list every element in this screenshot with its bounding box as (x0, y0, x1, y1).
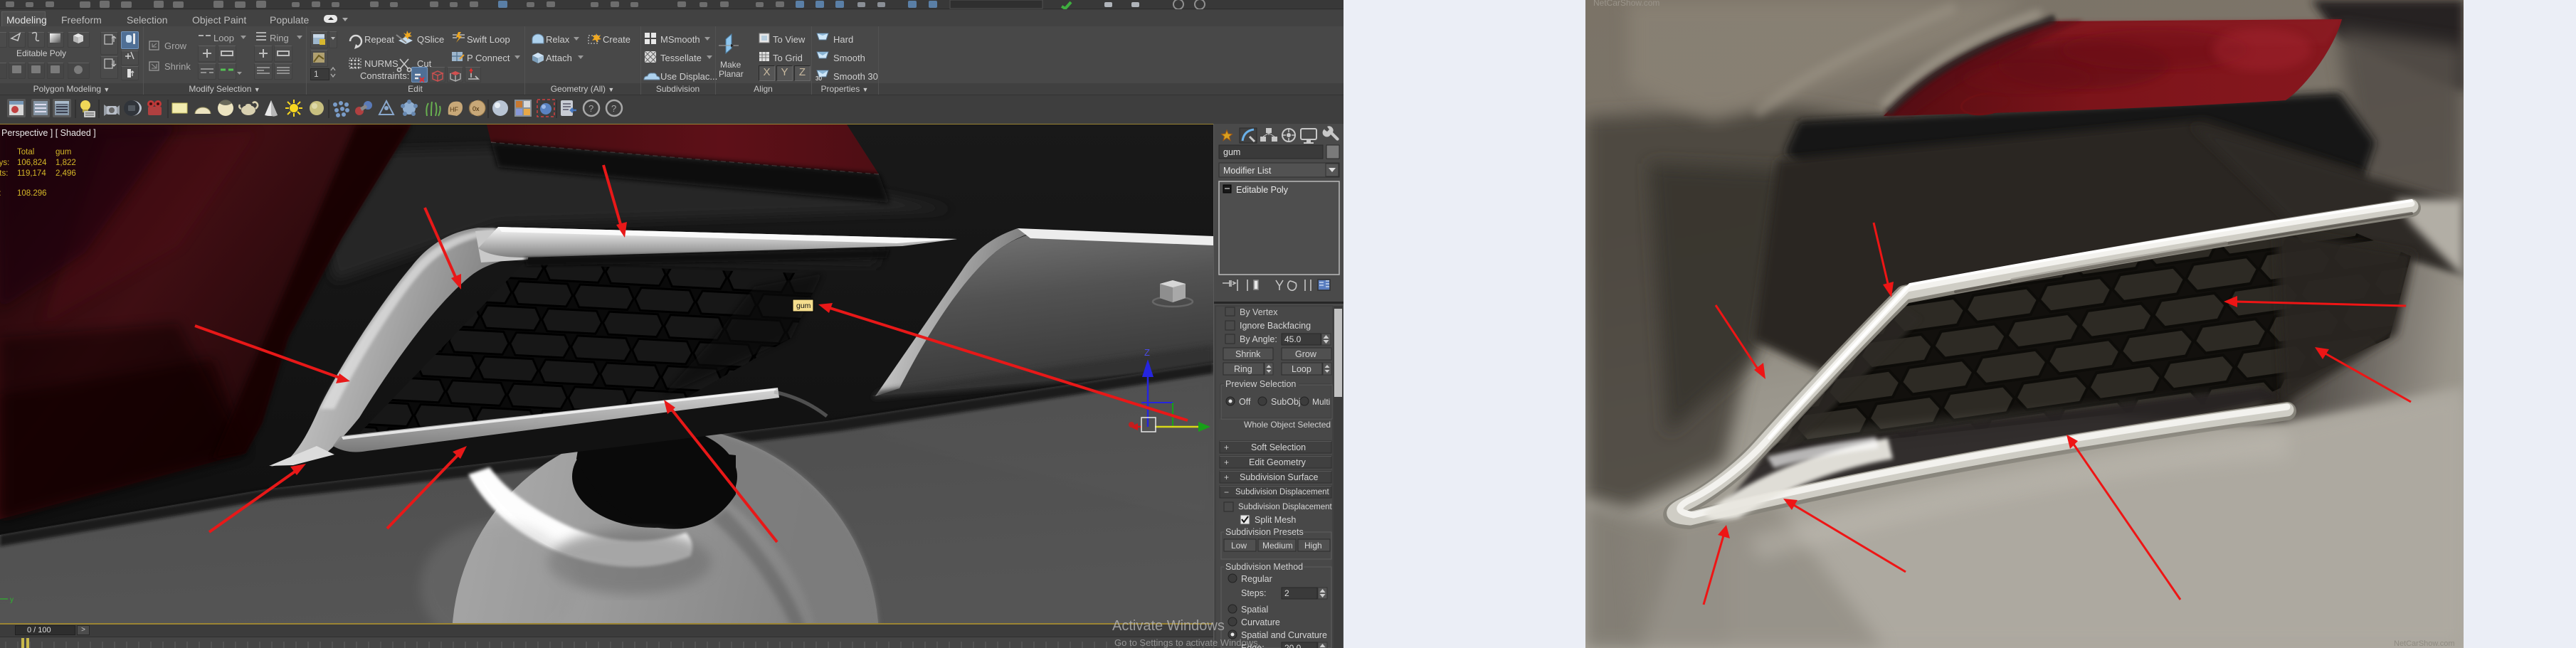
svg-text:Multi: Multi (1312, 397, 1330, 407)
svg-text:By Angle:: By Angle: (1240, 334, 1277, 344)
svg-text:e:: e: (0, 189, 1, 198)
svg-text:45.0: 45.0 (1284, 334, 1302, 344)
svg-text:Verts:: Verts: (0, 169, 8, 178)
svg-text:?: ? (588, 103, 593, 114)
svg-text:Subdivision Displacement: Subdivision Displacement (1235, 488, 1329, 496)
svg-text:Polys:: Polys: (0, 159, 9, 167)
svg-text:2: 2 (1284, 588, 1289, 598)
svg-text:Subdivision Surface: Subdivision Surface (1240, 472, 1319, 482)
svg-text:By Vertex: By Vertex (1240, 307, 1278, 317)
svg-text:Off: Off (1239, 397, 1251, 407)
svg-text:Z: Z (1144, 347, 1150, 358)
svg-text:Spatial: Spatial (1241, 605, 1268, 615)
svg-text:30: 30 (815, 75, 822, 82)
svg-text:Grow: Grow (1295, 349, 1317, 359)
svg-text:Editable Poly: Editable Poly (1236, 185, 1289, 195)
svg-text:0x: 0x (473, 105, 480, 112)
svg-text:20.0: 20.0 (1284, 643, 1302, 648)
svg-text:+: + (1224, 442, 1229, 452)
svg-text:Shrink: Shrink (1235, 349, 1261, 359)
svg-text:gum: gum (56, 148, 71, 156)
svg-text:1,822: 1,822 (56, 159, 76, 167)
svg-text:Perspective ] [ Shaded ]: Perspective ] [ Shaded ] (1, 128, 96, 138)
svg-text:Whole Object Selected: Whole Object Selected (1244, 420, 1331, 430)
svg-text:SubObj: SubObj (1271, 397, 1301, 407)
svg-text:Preview Selection: Preview Selection (1225, 379, 1296, 389)
svg-text:High: High (1304, 541, 1322, 551)
svg-text:Ignore Backfacing: Ignore Backfacing (1240, 321, 1311, 331)
svg-text:Medium: Medium (1262, 541, 1293, 551)
svg-text:?: ? (611, 103, 616, 114)
svg-text:Loop: Loop (1292, 364, 1311, 374)
svg-text:Steps:: Steps: (1241, 588, 1266, 598)
svg-text:Curvature: Curvature (1241, 617, 1280, 627)
svg-text:Total: Total (17, 148, 34, 156)
svg-text:Modifier List: Modifier List (1223, 166, 1272, 176)
svg-text:gum: gum (796, 302, 811, 310)
svg-text:119,174: 119,174 (17, 169, 46, 178)
svg-text:2,496: 2,496 (56, 169, 76, 178)
svg-text:Soft Selection: Soft Selection (1251, 442, 1306, 452)
svg-text:Subdivision Displacement: Subdivision Displacement (1238, 503, 1332, 511)
svg-text:NetCarShow.com: NetCarShow.com (1593, 0, 1659, 8)
svg-text:+: + (1224, 472, 1229, 482)
svg-text:gum: gum (1223, 147, 1240, 157)
svg-text:Subdivision Presets: Subdivision Presets (1225, 527, 1304, 537)
svg-text:106,824: 106,824 (17, 159, 47, 167)
svg-text:108.296: 108.296 (17, 189, 47, 198)
svg-text:+: + (1224, 457, 1229, 467)
svg-text:HF: HF (450, 106, 458, 113)
svg-text:Subdivision Method: Subdivision Method (1225, 562, 1303, 572)
svg-text:Low: Low (1231, 541, 1247, 551)
svg-text:NetCarShow.com: NetCarShow.com (2394, 639, 2455, 648)
svg-text:Regular: Regular (1241, 574, 1272, 584)
svg-text:y: y (10, 596, 14, 604)
svg-text:−: − (1224, 487, 1229, 497)
svg-text:Edit Geometry: Edit Geometry (1249, 457, 1307, 467)
svg-text:Ring: Ring (1234, 364, 1252, 374)
svg-text:Split Mesh: Split Mesh (1255, 515, 1296, 525)
